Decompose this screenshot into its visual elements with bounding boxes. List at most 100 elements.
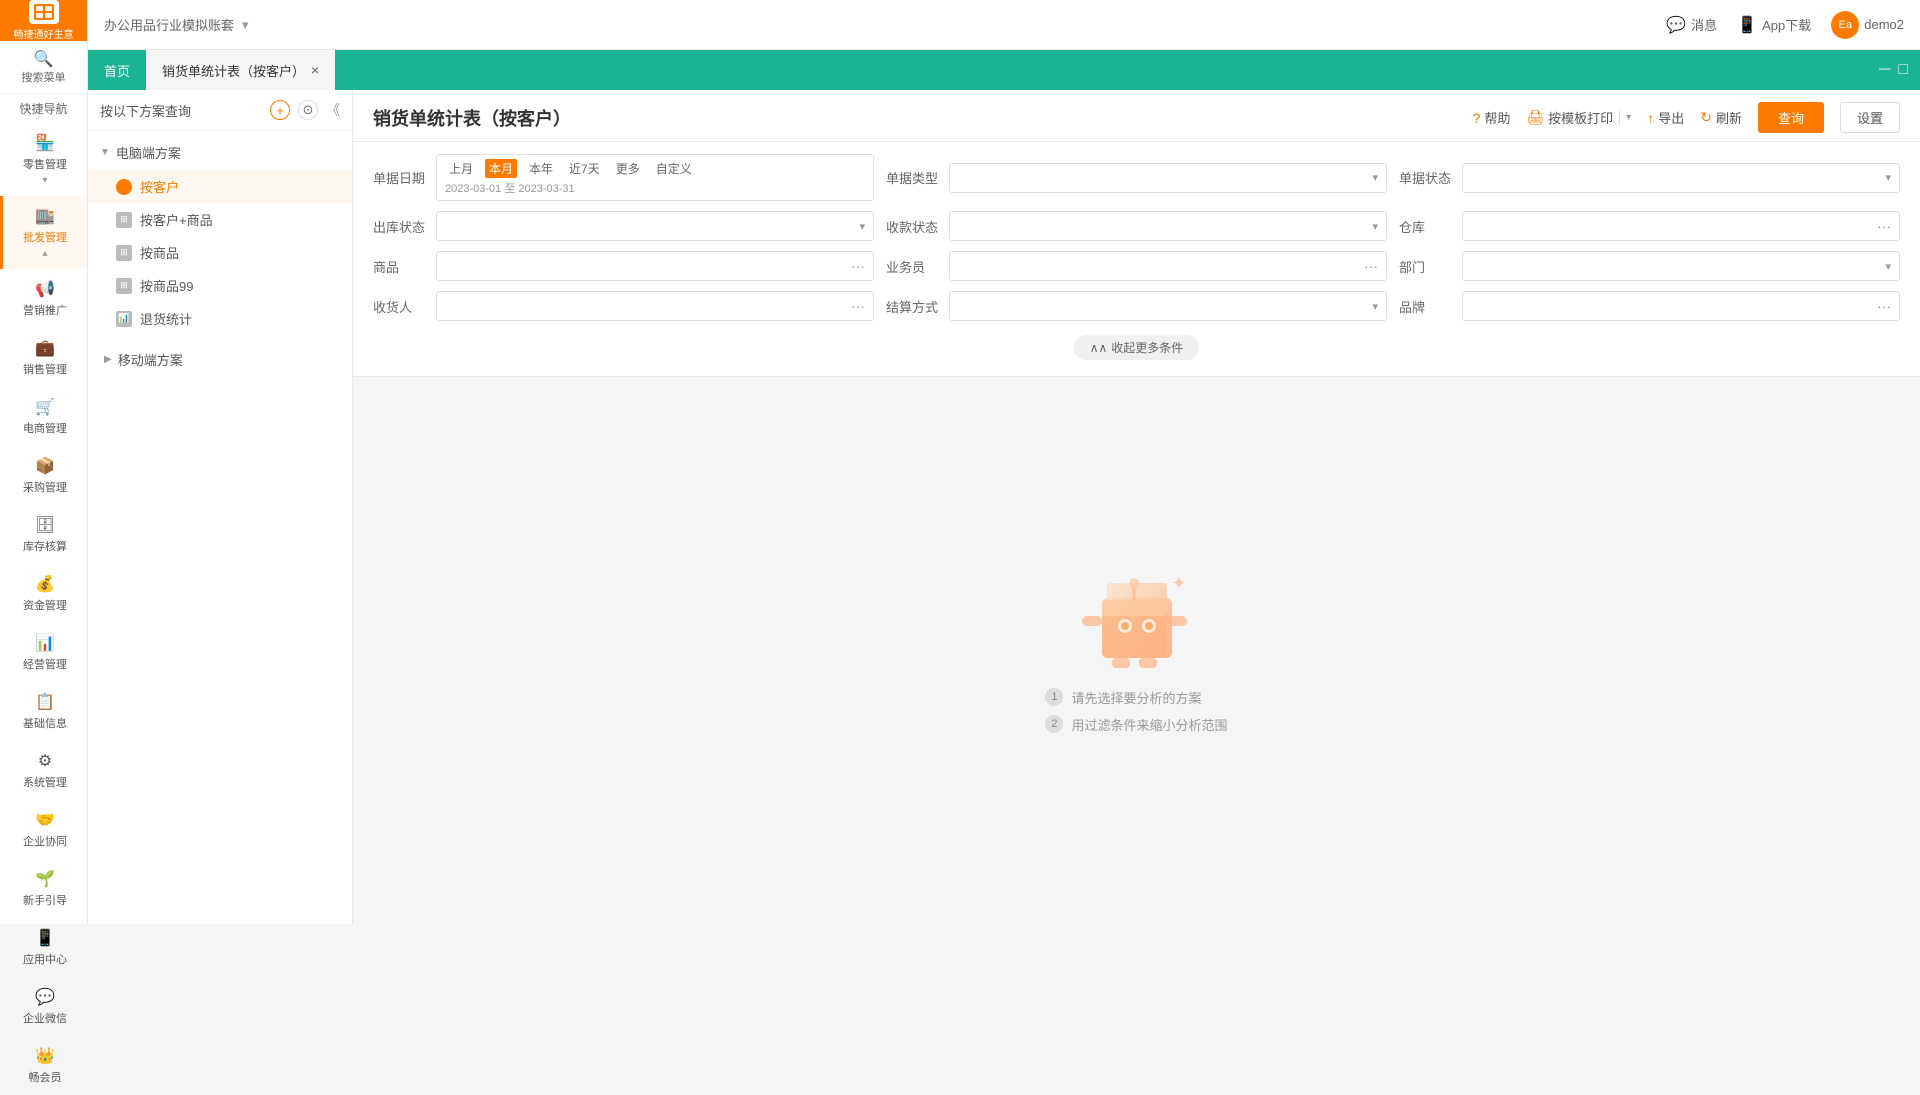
out-status-arrow: ▾: [859, 220, 865, 233]
date-control[interactable]: 上月 本月 本年 近7天 更多 自定义 2023-03-01 至 2023-03…: [436, 154, 874, 201]
sidebar: 畅捷通好生意 🔍 搜索菜单 快捷导航 🏪 零售管理 ▾ 🏬 批发管理 ▴ 📢 营…: [0, 0, 88, 924]
scheme-desktop-section: ▼ 电脑端方案 按客户 ⊞ 按客户+商品 ⊞ 按商品 ⊞ 按商品99: [88, 131, 352, 339]
refresh-icon: ↻: [1700, 109, 1712, 126]
retail-icon: 🏪: [35, 133, 55, 153]
query-button[interactable]: 查询: [1758, 102, 1824, 133]
sidebar-item-wechat[interactable]: 💬 企业微信: [0, 977, 87, 1036]
sidebar-item-finance[interactable]: 💰 资金管理: [0, 564, 87, 623]
product-control: ···: [436, 251, 874, 281]
sidebar-item-enterprise[interactable]: 🤝 企业协同: [0, 800, 87, 859]
sidebar-item-marketing[interactable]: 📢 营销推广: [0, 269, 87, 328]
content-area: 按以下方案查询 + ⊙ 《 ▼ 电脑端方案: [88, 90, 1920, 924]
sidebar-item-ecommerce[interactable]: 🛒 电商管理: [0, 387, 87, 446]
empty-tip-1: 1 请先选择要分析的方案: [1045, 688, 1227, 707]
warehouse-control: ···: [1462, 211, 1900, 241]
receipt-status-select[interactable]: ▾: [949, 211, 1387, 241]
help-button[interactable]: ? 帮助: [1473, 108, 1511, 127]
page-title-bar: 销货单统计表（按客户） ? 帮助 🖨 按模板打印 ▾ ↑ 导出: [353, 90, 1920, 142]
scheme-item-by-customer[interactable]: 按客户: [88, 170, 352, 203]
template-arrow-icon: ▾: [1626, 112, 1631, 123]
scheme-item-customer-product[interactable]: ⊞ 按客户+商品: [88, 203, 352, 236]
sidebar-item-newbie[interactable]: 🌱 新手引导: [0, 859, 87, 918]
receiver-dots-button[interactable]: ···: [851, 298, 865, 314]
sidebar-item-system[interactable]: ⚙ 系统管理: [0, 741, 87, 800]
scheme-item-by-product[interactable]: ⊞ 按商品: [88, 236, 352, 269]
sidebar-item-basics[interactable]: 📋 基础信息: [0, 682, 87, 741]
avatar: Ea: [1831, 11, 1859, 39]
template-print-button[interactable]: 🖨 按模板打印 ▾: [1526, 108, 1631, 127]
inventory-icon: 🗄: [35, 515, 55, 535]
scheme-item-return-stats[interactable]: 📊 退货统计: [88, 302, 352, 335]
date-tab-thisyear[interactable]: 本年: [525, 159, 557, 178]
export-button[interactable]: ↑ 导出: [1647, 108, 1684, 127]
filter-date-field: 单据日期 上月 本月 本年 近7天 更多 自定义: [373, 154, 874, 201]
date-tab-more[interactable]: 更多: [612, 159, 644, 178]
system-icon: ⚙: [38, 751, 52, 771]
breadcrumb-arrow[interactable]: ▾: [242, 17, 249, 33]
scheme-group-desktop[interactable]: ▼ 电脑端方案: [88, 135, 352, 170]
brand-control: ···: [1462, 291, 1900, 321]
filter-warehouse-field: 仓库 ···: [1399, 211, 1900, 241]
message-button[interactable]: 💬 消息: [1666, 15, 1717, 35]
main-area: 办公用品行业模拟账套 ▾ 💬 消息 📱 App下载 Ea demo2 首页: [88, 0, 1920, 924]
sidebar-item-appcenter[interactable]: 📱 应用中心: [0, 918, 87, 977]
receipt-status-arrow: ▾: [1372, 220, 1378, 233]
brand-dots-button[interactable]: ···: [1877, 298, 1891, 314]
sidebar-item-retail[interactable]: 🏪 零售管理 ▾: [0, 123, 87, 196]
filter-receipt-status-field: 收款状态 ▾: [886, 211, 1387, 241]
basics-icon: 📋: [35, 692, 55, 712]
sidebar-quicknav[interactable]: 快捷导航: [0, 94, 87, 123]
department-arrow: ▾: [1885, 260, 1891, 273]
breadcrumb-text: 办公用品行业模拟账套: [104, 15, 234, 34]
sidebar-item-wholesale[interactable]: 🏬 批发管理 ▴: [0, 196, 87, 269]
wechat-icon: 💬: [35, 987, 55, 1007]
maximize-button[interactable]: □: [1898, 61, 1908, 79]
date-tab-thismonth[interactable]: 本月: [485, 159, 517, 178]
date-tab-lastmonth[interactable]: 上月: [445, 159, 477, 178]
tab-home[interactable]: 首页: [88, 50, 146, 90]
scheme-item-product-99[interactable]: ⊞ 按商品99: [88, 269, 352, 302]
return-stats-icon: 📊: [116, 311, 132, 327]
newbie-icon: 🌱: [35, 869, 55, 889]
sidebar-logo[interactable]: 畅捷通好生意: [0, 0, 87, 41]
out-status-select[interactable]: ▾: [436, 211, 874, 241]
settings-scheme-button[interactable]: ⊙: [298, 100, 318, 120]
user-profile[interactable]: Ea demo2: [1831, 11, 1904, 39]
add-scheme-button[interactable]: +: [270, 100, 290, 120]
product-dots-button[interactable]: ···: [851, 258, 865, 274]
app-download-button[interactable]: 📱 App下载: [1737, 15, 1811, 35]
scheme-header: 按以下方案查询 + ⊙ 《: [88, 90, 352, 131]
department-select[interactable]: ▾: [1462, 251, 1900, 281]
scheme-group-mobile[interactable]: ▶ 移动端方案: [88, 343, 352, 376]
sidebar-item-sales[interactable]: 💼 销售管理: [0, 328, 87, 387]
appcenter-icon: 📱: [35, 928, 55, 948]
top-header: 办公用品行业模拟账套 ▾ 💬 消息 📱 App下载 Ea demo2: [88, 0, 1920, 50]
header-right: 💬 消息 📱 App下载 Ea demo2: [1666, 11, 1904, 39]
purchase-icon: 📦: [35, 456, 55, 476]
minimize-button[interactable]: ─: [1879, 61, 1890, 79]
filter-receiver-field: 收货人 ···: [373, 291, 874, 321]
order-status-select[interactable]: ▾: [1462, 163, 1900, 193]
tab-active[interactable]: 销货单统计表（按客户） ×: [146, 50, 335, 90]
date-tab-7days[interactable]: 近7天: [565, 159, 604, 178]
settings-button[interactable]: 设置: [1840, 102, 1900, 133]
refresh-button[interactable]: ↻ 刷新: [1700, 108, 1742, 127]
product-label: 商品: [373, 257, 428, 276]
logo-text: 畅捷通好生意: [14, 26, 74, 41]
collapse-scheme-button[interactable]: 《: [326, 100, 340, 120]
warehouse-dots-button[interactable]: ···: [1877, 218, 1891, 234]
collapse-button[interactable]: ∧∧ 收起更多条件: [1074, 335, 1200, 360]
sidebar-item-purchase[interactable]: 📦 采购管理: [0, 446, 87, 505]
order-type-select[interactable]: ▾: [949, 163, 1387, 193]
salesperson-dots-button[interactable]: ···: [1364, 258, 1378, 274]
marketing-icon: 📢: [35, 279, 55, 299]
filter-row-3: 商品 ··· 业务员 ··· 部门: [373, 251, 1900, 281]
sidebar-item-operations[interactable]: 📊 经营管理: [0, 623, 87, 682]
sidebar-item-inventory[interactable]: 🗄 库存核算: [0, 505, 87, 564]
tab-close-button[interactable]: ×: [311, 62, 319, 78]
settlement-select[interactable]: ▾: [949, 291, 1387, 321]
date-tab-custom[interactable]: 自定义: [652, 159, 696, 178]
sidebar-search[interactable]: 🔍 搜索菜单: [0, 41, 87, 94]
sidebar-item-member[interactable]: 👑 畅会员: [0, 1036, 87, 1095]
wholesale-icon: 🏬: [35, 206, 55, 226]
